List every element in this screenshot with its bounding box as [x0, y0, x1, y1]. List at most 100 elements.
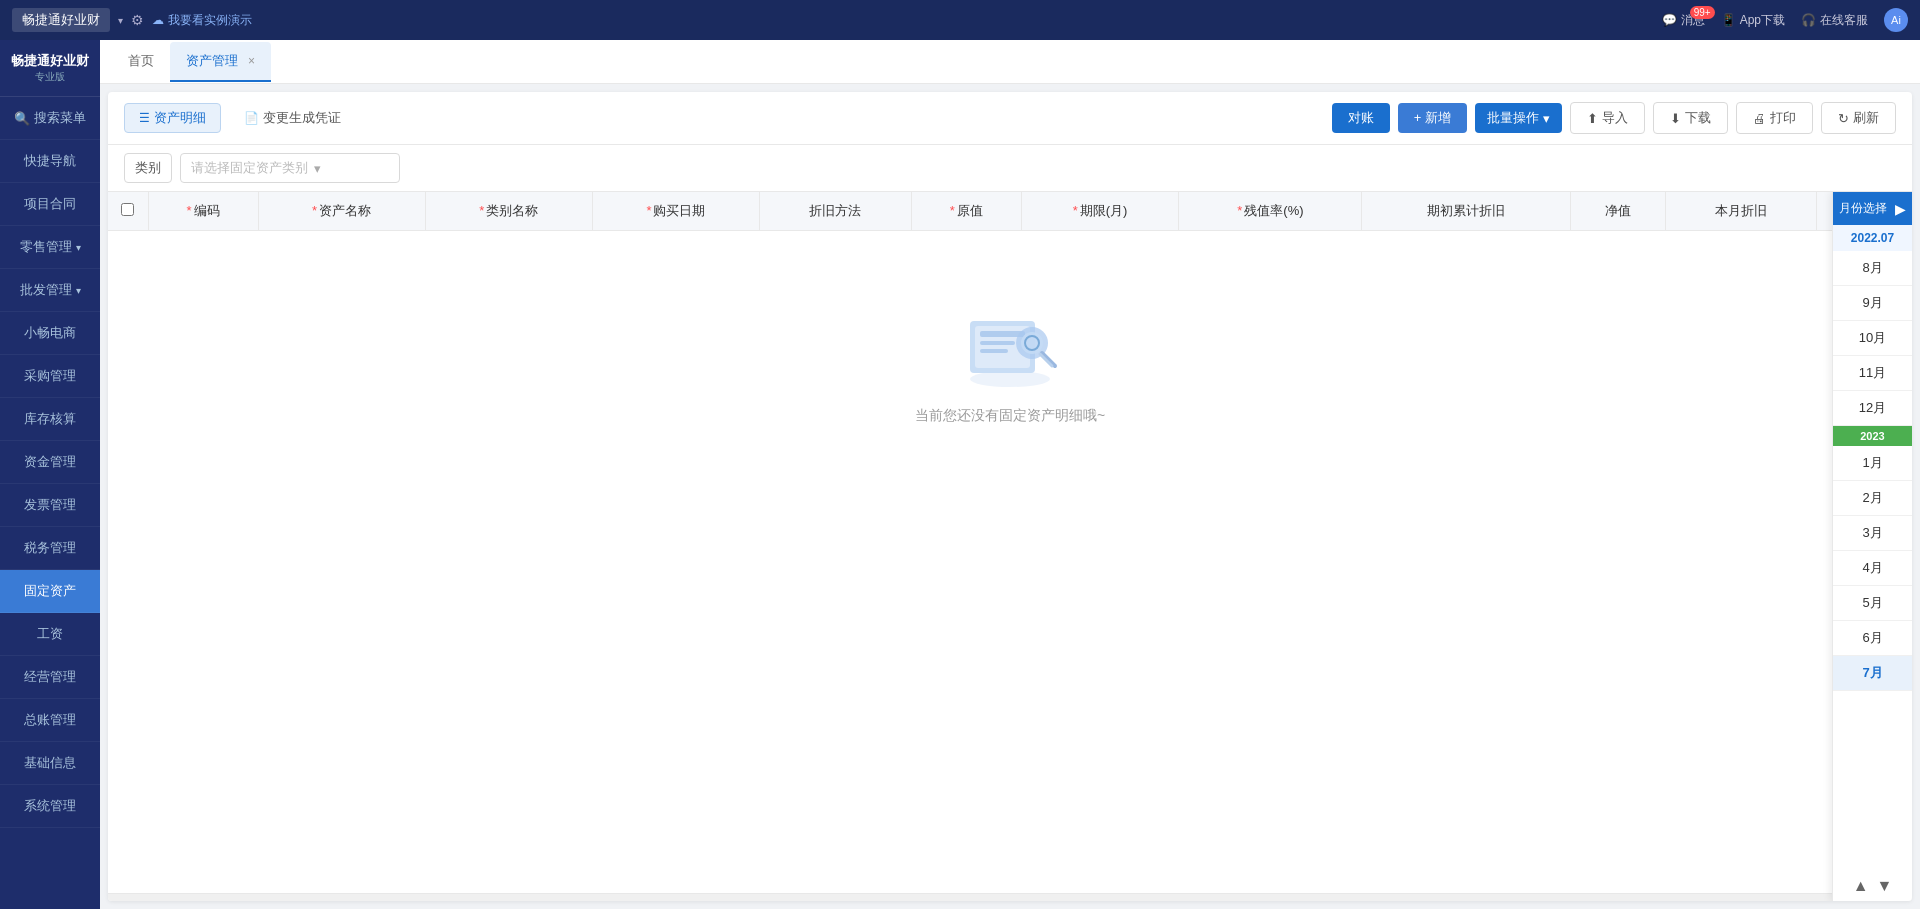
col-checkbox — [108, 192, 148, 231]
category-filter[interactable]: 类别 — [124, 153, 172, 183]
import-btn[interactable]: ⬆ 导入 — [1570, 102, 1645, 134]
month-2023-6[interactable]: 6月 — [1833, 621, 1912, 656]
message-btn[interactable]: 💬 消息 99+ — [1662, 12, 1705, 29]
month-2023-1[interactable]: 1月 — [1833, 446, 1912, 481]
sidebar-item-operations[interactable]: 经营管理 — [0, 656, 100, 699]
month-picker-toggle[interactable]: ▶ — [1895, 201, 1906, 217]
user-avatar[interactable]: Ai — [1884, 8, 1908, 32]
demo-link[interactable]: ☁ 我要看实例演示 — [152, 12, 252, 29]
sidebar-item-general-ledger[interactable]: 总账管理 — [0, 699, 100, 742]
sidebar: 畅捷通好业财 专业版 🔍 搜索菜单 快捷导航 项目合同 零售管理 ▾ 批发管理 … — [0, 40, 100, 909]
filter-bar: 类别 请选择固定资产类别 ▾ — [108, 145, 1912, 192]
col-name: *资产名称 — [258, 192, 425, 231]
month-2022-8[interactable]: 8月 — [1833, 251, 1912, 286]
sidebar-item-system[interactable]: 系统管理 — [0, 785, 100, 828]
sidebar-item-salary[interactable]: 工资 — [0, 613, 100, 656]
online-service-btn[interactable]: 🎧 在线客服 — [1801, 12, 1868, 29]
sidebar-item-basic-info[interactable]: 基础信息 — [0, 742, 100, 785]
sidebar-item-project[interactable]: 项目合同 — [0, 183, 100, 226]
app-layout: 畅捷通好业财 专业版 🔍 搜索菜单 快捷导航 项目合同 零售管理 ▾ 批发管理 … — [0, 40, 1920, 909]
month-2023-4[interactable]: 4月 — [1833, 551, 1912, 586]
month-2022-10[interactable]: 10月 — [1833, 321, 1912, 356]
tab-close-asset[interactable]: × — [248, 54, 255, 68]
bottom-scrollbar[interactable] — [108, 893, 1912, 901]
col-residual-rate: *残值率(%) — [1179, 192, 1362, 231]
batch-operations-btn[interactable]: 批量操作 ▾ — [1475, 103, 1562, 133]
company-name[interactable]: 畅捷通好业财 — [12, 8, 110, 32]
print-icon: 🖨 — [1753, 111, 1766, 126]
company-dropdown-arrow[interactable]: ▾ — [118, 15, 123, 26]
month-picker-title: 月份选择 — [1839, 200, 1887, 217]
col-accumulated-depreciation: 期初累计折旧 — [1362, 192, 1571, 231]
asset-table: *编码 *资产名称 *类别名称 *购买日期 — [108, 192, 1912, 893]
sidebar-item-tax[interactable]: 税务管理 — [0, 527, 100, 570]
sidebar-item-inventory[interactable]: 库存核算 — [0, 398, 100, 441]
top-bar-right: 💬 消息 99+ 📱 App下载 🎧 在线客服 Ai — [1662, 8, 1908, 32]
cloud-icon: ☁ — [152, 13, 164, 27]
month-2023-3[interactable]: 3月 — [1833, 516, 1912, 551]
sidebar-item-search[interactable]: 🔍 搜索菜单 — [0, 97, 100, 140]
add-btn[interactable]: + 新增 — [1398, 103, 1467, 133]
wholesale-arrow-icon: ▾ — [76, 285, 81, 296]
logo-text: 畅捷通好业财 — [8, 52, 92, 70]
phone-icon: 📱 — [1721, 13, 1736, 27]
tab-home[interactable]: 首页 — [112, 42, 170, 82]
month-picker-panel: 月份选择 ▶ 2022.07 8月 9月 10月 11月 12月 2023 1月 — [1832, 192, 1912, 901]
month-nav: ▲ ▼ — [1833, 871, 1912, 901]
month-2022-12[interactable]: 12月 — [1833, 391, 1912, 426]
sidebar-item-retail[interactable]: 零售管理 ▾ — [0, 226, 100, 269]
sub-tab-change-voucher[interactable]: 📄 变更生成凭证 — [229, 103, 356, 133]
sidebar-item-quick-nav[interactable]: 快捷导航 — [0, 140, 100, 183]
sidebar-item-wholesale[interactable]: 批发管理 ▾ — [0, 269, 100, 312]
select-all-checkbox[interactable] — [121, 203, 134, 216]
col-period: *期限(月) — [1021, 192, 1179, 231]
table-header: *编码 *资产名称 *类别名称 *购买日期 — [108, 192, 1912, 231]
print-btn[interactable]: 🖨 打印 — [1736, 102, 1813, 134]
empty-state: 当前您还没有固定资产明细哦~ — [108, 231, 1912, 485]
sidebar-item-purchase[interactable]: 采购管理 — [0, 355, 100, 398]
month-2022-9[interactable]: 9月 — [1833, 286, 1912, 321]
refresh-btn[interactable]: ↻ 刷新 — [1821, 102, 1896, 134]
logo-edition: 专业版 — [8, 70, 92, 84]
batch-dropdown-arrow: ▾ — [1543, 111, 1550, 126]
month-nav-down[interactable]: ▼ — [1877, 877, 1893, 895]
empty-text: 当前您还没有固定资产明细哦~ — [915, 407, 1105, 425]
month-nav-up[interactable]: ▲ — [1853, 877, 1869, 895]
sub-tab-asset-detail[interactable]: ☰ 资产明细 — [124, 103, 221, 133]
settings-icon[interactable]: ⚙ — [131, 12, 144, 28]
month-2023-7[interactable]: 7月 — [1833, 656, 1912, 691]
col-net-value: 净值 — [1571, 192, 1666, 231]
col-original-value: *原值 — [911, 192, 1021, 231]
col-monthly-depreciation: 本月折旧 — [1665, 192, 1817, 231]
month-2023-5[interactable]: 5月 — [1833, 586, 1912, 621]
empty-illustration — [950, 291, 1070, 391]
month-2023-2[interactable]: 2月 — [1833, 481, 1912, 516]
month-picker-header: 月份选择 ▶ — [1833, 192, 1912, 225]
import-icon: ⬆ — [1587, 111, 1598, 126]
sidebar-item-ecommerce[interactable]: 小畅电商 — [0, 312, 100, 355]
sidebar-item-invoice[interactable]: 发票管理 — [0, 484, 100, 527]
top-bar: 畅捷通好业财 ▾ ⚙ ☁ 我要看实例演示 💬 消息 99+ 📱 App下载 🎧 … — [0, 0, 1920, 40]
tab-asset-management[interactable]: 资产管理 × — [170, 42, 271, 82]
headset-icon: 🎧 — [1801, 13, 1816, 27]
year-2023-badge: 2023 — [1833, 426, 1912, 446]
month-2022-11[interactable]: 11月 — [1833, 356, 1912, 391]
sidebar-item-finance[interactable]: 资金管理 — [0, 441, 100, 484]
category-select[interactable]: 请选择固定资产类别 ▾ — [180, 153, 400, 183]
col-purchase-date: *购买日期 — [592, 192, 759, 231]
sub-tabs: ☰ 资产明细 📄 变更生成凭证 对账 + 新增 批量操作 ▾ ⬆ 导入 — [108, 92, 1912, 145]
svg-rect-5 — [980, 349, 1008, 353]
sidebar-logo: 畅捷通好业财 专业版 — [0, 40, 100, 97]
refresh-icon: ↻ — [1838, 111, 1849, 126]
content-area: ☰ 资产明细 📄 变更生成凭证 对账 + 新增 批量操作 ▾ ⬆ 导入 — [108, 92, 1912, 901]
sidebar-item-fixed-assets[interactable]: 固定资产 — [0, 570, 100, 613]
retail-arrow-icon: ▾ — [76, 242, 81, 253]
file-icon: 📄 — [244, 111, 259, 125]
main-content: 首页 资产管理 × ☰ 资产明细 📄 变更生成凭证 对 — [100, 40, 1920, 909]
svg-rect-4 — [980, 341, 1015, 345]
download-btn[interactable]: ⬇ 下载 — [1653, 102, 1728, 134]
search-icon: 🔍 — [14, 111, 30, 126]
reconcile-btn[interactable]: 对账 — [1332, 103, 1390, 133]
top-bar-left: 畅捷通好业财 ▾ ⚙ ☁ 我要看实例演示 — [12, 8, 1652, 32]
app-download-btn[interactable]: 📱 App下载 — [1721, 12, 1785, 29]
